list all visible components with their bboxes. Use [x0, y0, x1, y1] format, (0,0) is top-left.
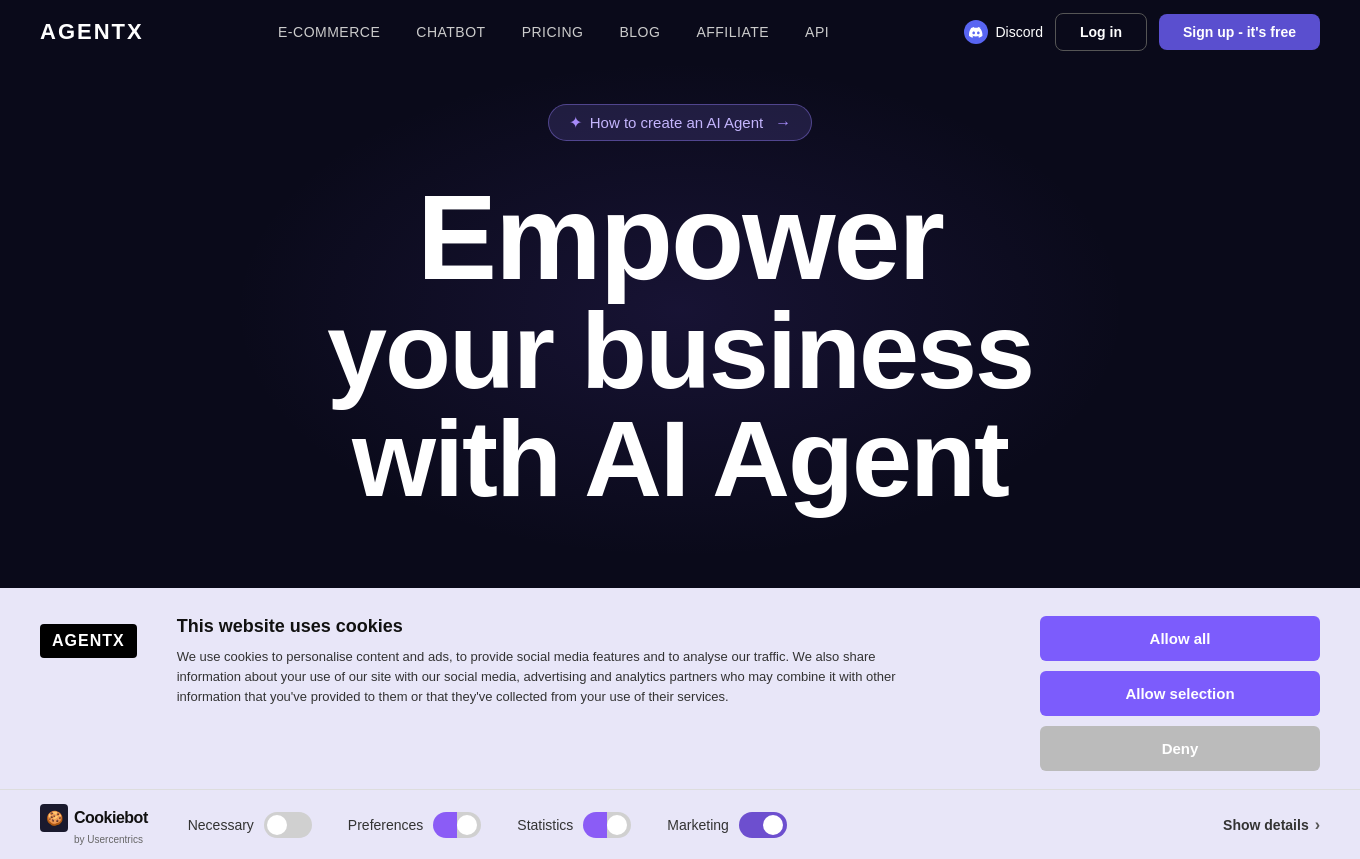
- toggle-marketing-switch[interactable]: [739, 812, 787, 838]
- toggle-preferences-switch[interactable]: [433, 812, 481, 838]
- toggle-statistics: Statistics: [517, 812, 631, 838]
- nav-link-api[interactable]: API: [805, 24, 829, 40]
- show-details-label: Show details: [1223, 817, 1309, 833]
- discord-label: Discord: [996, 24, 1043, 40]
- nav-link-blog[interactable]: BLOG: [619, 24, 660, 40]
- nav-logo: AGENTX: [40, 19, 144, 45]
- cookie-action-buttons: Allow all Allow selection Deny: [1040, 616, 1320, 771]
- cookiebot-icon: 🍪: [40, 804, 68, 832]
- toggle-necessary: Necessary: [188, 812, 312, 838]
- discord-button[interactable]: Discord: [964, 20, 1043, 44]
- toggle-statistics-switch[interactable]: [583, 812, 631, 838]
- headline-line3: with AI Agent: [327, 405, 1033, 513]
- hero-headline: Empower your business with AI Agent: [327, 177, 1033, 513]
- nav-links: E-COMMERCE CHATBOT PRICING BLOG AFFILIAT…: [278, 24, 829, 40]
- logo-text: AGENTX: [40, 19, 144, 45]
- cookiebot-sub: by Usercentrics: [74, 834, 143, 845]
- toggle-preferences-label: Preferences: [348, 817, 423, 833]
- cookie-banner-logo: AGENTX: [40, 616, 137, 658]
- cookie-content: This website uses cookies We use cookies…: [177, 616, 1000, 707]
- cookie-agentx-logo: AGENTX: [40, 624, 137, 658]
- toggle-necessary-label: Necessary: [188, 817, 254, 833]
- deny-button[interactable]: Deny: [1040, 726, 1320, 771]
- toggle-necessary-knob: [267, 815, 287, 835]
- headline-line2: your business: [327, 297, 1033, 405]
- toggle-marketing: Marketing: [667, 812, 786, 838]
- nav-right: Discord Log in Sign up - it's free: [964, 13, 1320, 51]
- toggle-statistics-label: Statistics: [517, 817, 573, 833]
- toggle-marketing-knob: [763, 815, 783, 835]
- login-button[interactable]: Log in: [1055, 13, 1147, 51]
- cookie-footer: 🍪 Cookiebot by Usercentrics Necessary Pr…: [0, 789, 1360, 859]
- cookie-description: We use cookies to personalise content an…: [177, 647, 937, 707]
- hero-section: ✦ How to create an AI Agent → Empower yo…: [0, 64, 1360, 513]
- cookie-title: This website uses cookies: [177, 616, 1000, 637]
- nav-link-affiliate[interactable]: AFFILIATE: [696, 24, 769, 40]
- badge-sparkle-icon: ✦: [569, 113, 582, 132]
- toggle-preferences-knob: [457, 815, 477, 835]
- show-details-button[interactable]: Show details ›: [1223, 816, 1320, 834]
- nav-link-pricing[interactable]: PRICING: [522, 24, 584, 40]
- cookiebot-brand: 🍪 Cookiebot by Usercentrics: [40, 804, 148, 845]
- cookie-main: AGENTX This website uses cookies We use …: [0, 588, 1360, 771]
- cookie-banner: AGENTX This website uses cookies We use …: [0, 588, 1360, 859]
- badge-text: How to create an AI Agent: [590, 114, 763, 131]
- navbar: AGENTX E-COMMERCE CHATBOT PRICING BLOG A…: [0, 0, 1360, 64]
- toggle-marketing-label: Marketing: [667, 817, 728, 833]
- headline-line1: Empower: [327, 177, 1033, 297]
- nav-link-ecommerce[interactable]: E-COMMERCE: [278, 24, 380, 40]
- allow-all-button[interactable]: Allow all: [1040, 616, 1320, 661]
- cookie-toggles: Necessary Preferences Statistics: [188, 812, 1183, 838]
- allow-selection-button[interactable]: Allow selection: [1040, 671, 1320, 716]
- cookiebot-name: Cookiebot: [74, 809, 148, 827]
- cookiebot-logo: 🍪 Cookiebot: [40, 804, 148, 832]
- toggle-preferences: Preferences: [348, 812, 481, 838]
- nav-link-chatbot[interactable]: CHATBOT: [416, 24, 485, 40]
- show-details-chevron-icon: ›: [1315, 816, 1320, 834]
- signup-button[interactable]: Sign up - it's free: [1159, 14, 1320, 50]
- toggle-necessary-switch[interactable]: [264, 812, 312, 838]
- discord-icon: [964, 20, 988, 44]
- badge-arrow-icon: →: [775, 114, 791, 132]
- toggle-statistics-knob: [607, 815, 627, 835]
- hero-badge[interactable]: ✦ How to create an AI Agent →: [548, 104, 812, 141]
